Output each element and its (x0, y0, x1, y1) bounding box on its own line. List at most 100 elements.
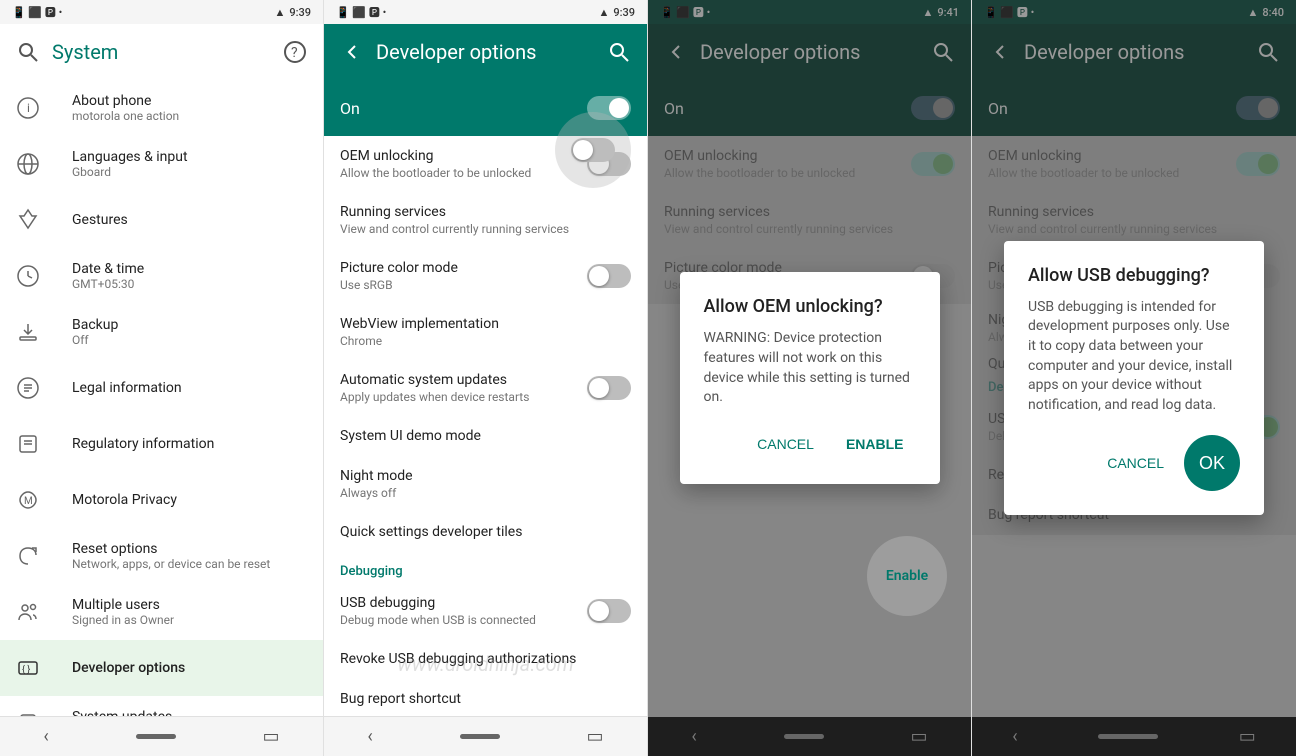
back-icon-middle[interactable] (340, 40, 364, 64)
dev-item-demo[interactable]: System UI demo mode (324, 416, 647, 456)
devopt-icon: { } (16, 656, 40, 680)
sidebar-item-reset[interactable]: Reset options Network, apps, or device c… (0, 528, 323, 584)
notif-icons-middle: 📱 ⬛ 🅿 • (336, 4, 386, 20)
dev-item-bugreport[interactable]: Bug report shortcut (324, 679, 647, 716)
sidebar-item-sysupdate[interactable]: System updates Updated to Android 9 (0, 696, 323, 716)
enable-zoom-circle: Enable (867, 536, 947, 616)
backup-icon (16, 320, 40, 344)
home-indicator-left[interactable] (136, 734, 176, 739)
usb-dialog-overlay: Allow USB debugging? USB debugging is in… (972, 0, 1296, 756)
reset-text: Reset options Network, apps, or device c… (72, 541, 270, 571)
oem-dialog-body: WARNING: Device protection features will… (704, 329, 916, 407)
about-sub: motorola one action (72, 109, 179, 123)
toggle-zoom-circle (555, 112, 631, 188)
svg-text:i: i (27, 101, 30, 115)
backup-label: Backup (72, 317, 118, 333)
sidebar-item-backup[interactable]: Backup Off (0, 304, 323, 360)
about-text: About phone motorola one action (72, 93, 179, 123)
sidebar-list: i About phone motorola one action Langua… (0, 80, 323, 716)
dev-item-night[interactable]: Night mode Always off (324, 456, 647, 512)
legal-icon (16, 376, 40, 400)
datetime-text: Date & time GMT+05:30 (72, 261, 144, 291)
dev-item-usb[interactable]: USB debugging Debug mode when USB is con… (324, 583, 647, 639)
recents-btn-middle[interactable]: ▭ (587, 726, 604, 747)
status-right-left: ▲ 9:39 (274, 6, 311, 19)
sidebar-item-privacy[interactable]: M Motorola Privacy (0, 472, 323, 528)
autoupdate-toggle-middle[interactable] (587, 376, 631, 400)
status-icons-left: 📱 ⬛ 🅿 • (12, 4, 62, 20)
bottom-nav-middle: ‹ ▭ (324, 716, 647, 756)
on-label-middle: On (340, 99, 360, 118)
dev-title-middle: Developer options (376, 40, 595, 64)
search-icon-middle[interactable] (607, 40, 631, 64)
status-right-middle: ▲ 9:39 (598, 6, 635, 19)
time-middle: 9:39 (613, 6, 635, 19)
oem-enable-btn[interactable]: Enable (834, 428, 916, 460)
search-icon-left[interactable] (16, 40, 40, 64)
usb-dialog-body: USB debugging is intended for developmen… (1028, 298, 1240, 416)
debugging-section-middle: Debugging (324, 552, 647, 583)
status-icons-middle: 📱 ⬛ 🅿 • (336, 4, 386, 20)
regulatory-icon (16, 432, 40, 456)
wifi-icon: ▲ (274, 6, 285, 19)
clock-icon (16, 264, 40, 288)
info-icon: i (16, 96, 40, 120)
recents-btn-left[interactable]: ▭ (263, 726, 280, 747)
oem-toggle-zoomed (571, 138, 615, 162)
reset-label: Reset options (72, 541, 270, 557)
sidebar-item-datetime[interactable]: Date & time GMT+05:30 (0, 248, 323, 304)
dev-panel-right1: 📱 ⬛ 🅿 • ▲ 9:41 Developer options On OEM … (648, 0, 972, 756)
wifi-icon-middle: ▲ (598, 6, 609, 19)
oem-dialog-actions: Cancel Enable (704, 428, 916, 460)
sidebar-item-about[interactable]: i About phone motorola one action (0, 80, 323, 136)
dev-item-running[interactable]: Running services View and control curren… (324, 192, 647, 248)
usb-dialog: Allow USB debugging? USB debugging is in… (1004, 241, 1264, 516)
privacy-text: Motorola Privacy (72, 492, 177, 508)
dev-item-autoupdate[interactable]: Automatic system updates Apply updates w… (324, 360, 647, 416)
dev-item-revoke[interactable]: Revoke USB debugging authorizations (324, 639, 647, 679)
oem-dialog-title: Allow OEM unlocking? (704, 296, 916, 317)
usb-ok-btn[interactable]: OK (1184, 435, 1240, 491)
usb-toggle-middle[interactable] (587, 599, 631, 623)
oem-label: OEM unlocking Allow the bootloader to be… (340, 148, 531, 180)
oem-cancel-btn[interactable]: Cancel (745, 428, 826, 460)
regulatory-text: Regulatory information (72, 436, 214, 452)
sysupdate-label: System updates (72, 709, 185, 716)
gestures-text: Gestures (72, 212, 128, 228)
back-btn-left[interactable]: ‹ (43, 726, 48, 747)
home-indicator-middle[interactable] (460, 734, 500, 739)
dev-item-color[interactable]: Picture color mode Use sRGB (324, 248, 647, 304)
legal-label: Legal information (72, 380, 182, 396)
language-icon (16, 152, 40, 176)
dev-item-quicktiles[interactable]: Quick settings developer tiles (324, 512, 647, 552)
languages-sub: Gboard (72, 165, 188, 179)
oem-dialog-overlay: Allow OEM unlocking? WARNING: Device pro… (648, 0, 971, 756)
sidebar-item-languages[interactable]: Languages & input Gboard (0, 136, 323, 192)
usb-cancel-btn[interactable]: Cancel (1095, 435, 1176, 491)
system-header: System ? (0, 24, 323, 80)
sidebar-item-gestures[interactable]: Gestures (0, 192, 323, 248)
sidebar-item-regulatory[interactable]: Regulatory information (0, 416, 323, 472)
system-panel: 📱 ⬛ 🅿 • ▲ 9:39 System ? i (0, 0, 324, 756)
reset-icon (16, 544, 40, 568)
users-label: Multiple users (72, 597, 174, 613)
sidebar-item-legal[interactable]: Legal information (0, 360, 323, 416)
reset-sub: Network, apps, or device can be reset (72, 557, 270, 571)
back-btn-middle[interactable]: ‹ (367, 726, 372, 747)
status-bar-left: 📱 ⬛ 🅿 • ▲ 9:39 (0, 0, 323, 24)
dev-header-middle: Developer options (324, 24, 647, 80)
notification-icons: 📱 ⬛ 🅿 • (12, 4, 62, 20)
dev-item-webview[interactable]: WebView implementation Chrome (324, 304, 647, 360)
users-text: Multiple users Signed in as Owner (72, 597, 174, 627)
bottom-nav-left: ‹ ▭ (0, 716, 323, 756)
status-bar-middle: 📱 ⬛ 🅿 • ▲ 9:39 (324, 0, 647, 24)
languages-text: Languages & input Gboard (72, 149, 188, 179)
color-toggle-middle[interactable] (587, 264, 631, 288)
usb-dialog-title: Allow USB debugging? (1028, 265, 1240, 286)
languages-label: Languages & input (72, 149, 188, 165)
help-icon[interactable]: ? (283, 40, 307, 64)
time-left: 9:39 (289, 6, 311, 19)
sidebar-item-devopt[interactable]: { } Developer options (0, 640, 323, 696)
dev-panel-right2: 📱 ⬛ 🅿 • ▲ 8:40 Developer options On OEM … (972, 0, 1296, 756)
sidebar-item-users[interactable]: Multiple users Signed in as Owner (0, 584, 323, 640)
